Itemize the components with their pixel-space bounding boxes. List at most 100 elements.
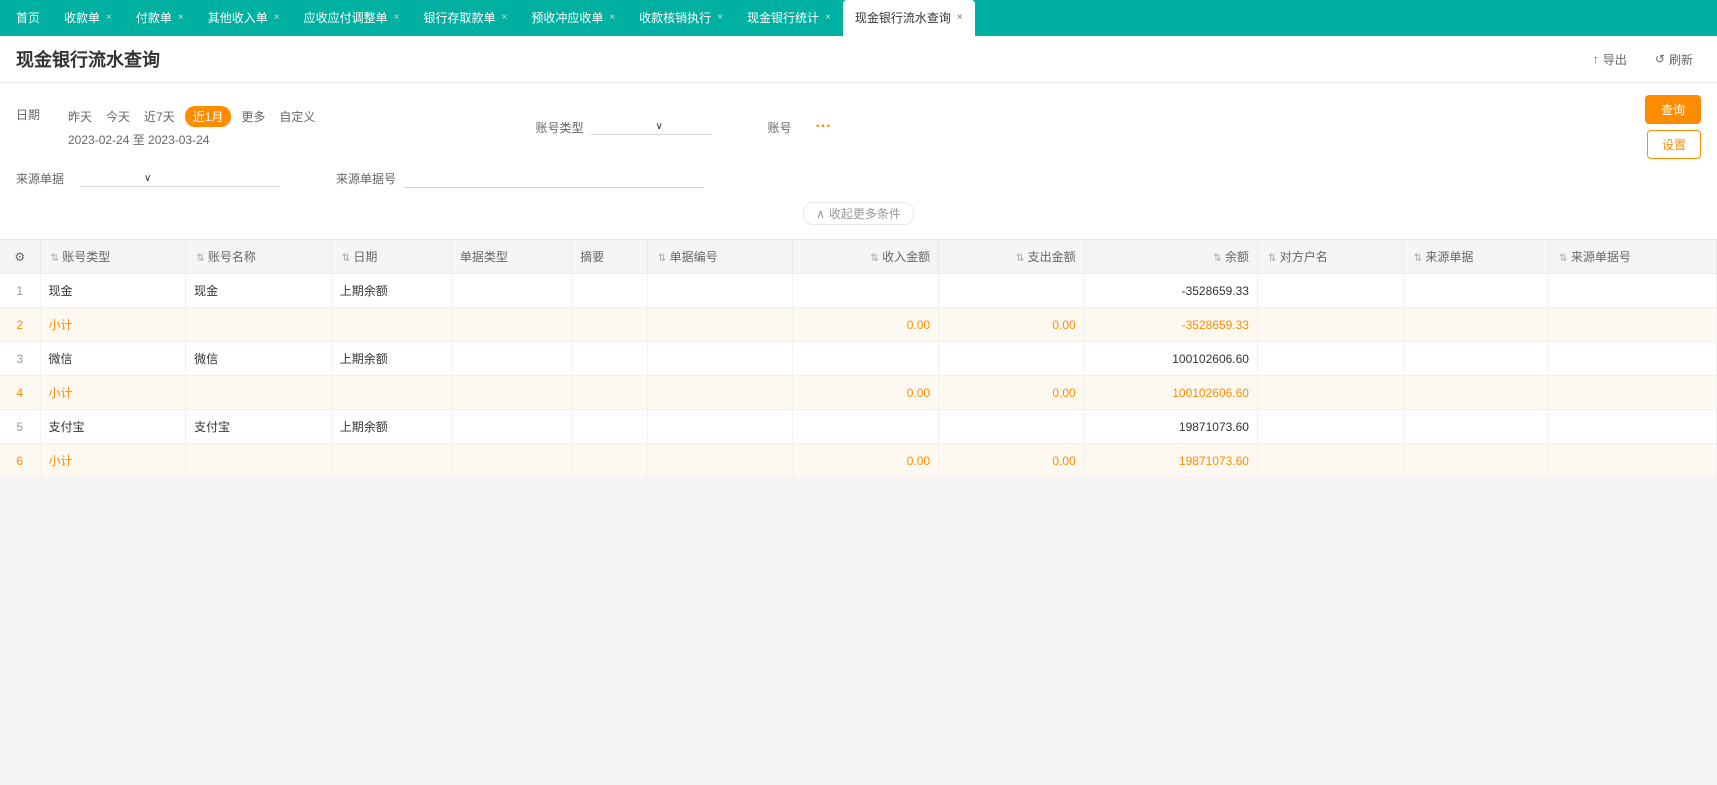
query-button[interactable]: 查询: [1645, 95, 1701, 124]
collapse-row: ∧ 收起更多条件: [16, 198, 1701, 227]
doc-type-cell: [451, 376, 571, 410]
nav-cash-stat[interactable]: 现金银行统计 ×: [735, 0, 843, 36]
close-payment-icon[interactable]: ×: [178, 0, 184, 36]
expense-cell: [939, 410, 1085, 444]
sort-date-icon[interactable]: ⇅: [342, 253, 350, 264]
source-doc-cell: [1403, 376, 1549, 410]
account-label: 账号: [767, 119, 807, 136]
nav-receive[interactable]: 收款单 ×: [52, 0, 124, 36]
nav-ap-adjust[interactable]: 应收应付调整单 ×: [292, 0, 412, 36]
sort-source-doc-icon[interactable]: ⇅: [1414, 253, 1422, 264]
account-name-cell: [186, 376, 332, 410]
account-type-cell: 小计: [40, 444, 186, 478]
doc-no-cell: [647, 274, 793, 308]
doc-type-cell: [451, 342, 571, 376]
nav-cash-flow[interactable]: 现金银行流水查询 ×: [843, 0, 975, 36]
sort-doc-no-icon[interactable]: ⇅: [658, 253, 666, 264]
account-no-group: 账号 ···: [767, 118, 839, 136]
account-name-cell: [186, 308, 332, 342]
custom-date-btn[interactable]: 自定义: [275, 106, 319, 127]
col-doc-no: ⇅ 单据编号: [647, 240, 793, 274]
collapse-button[interactable]: ∧ 收起更多条件: [803, 202, 914, 225]
col-date: ⇅ 日期: [331, 240, 451, 274]
export-button[interactable]: ↑ 导出: [1585, 47, 1635, 72]
source-doc-no-input[interactable]: [404, 169, 704, 188]
account-type-cell: 微信: [40, 342, 186, 376]
recent7-btn[interactable]: 近7天: [140, 106, 179, 127]
settings-button[interactable]: 设置: [1647, 130, 1701, 159]
header-row: ⚙ ⇅ 账号类型 ⇅ 账号名称 ⇅ 日期 单据类型 摘要: [0, 240, 1717, 274]
doc-type-cell: [451, 444, 571, 478]
sort-source-doc-no-icon[interactable]: ⇅: [1559, 253, 1567, 264]
close-collect-exec-icon[interactable]: ×: [717, 0, 723, 36]
close-prepay-icon[interactable]: ×: [609, 0, 615, 36]
sort-account-name-icon[interactable]: ⇅: [196, 253, 204, 264]
source-doc-cell: [1403, 410, 1549, 444]
col-settings[interactable]: ⚙: [0, 240, 40, 274]
counterparty-cell: [1257, 274, 1403, 308]
source-doc-select[interactable]: ∨: [80, 171, 280, 187]
doc-no-cell: [647, 308, 793, 342]
source-doc-no-cell: [1549, 342, 1717, 376]
col-counterparty: ⇅ 对方户名: [1257, 240, 1403, 274]
expense-cell: [939, 342, 1085, 376]
close-cash-stat-icon[interactable]: ×: [825, 0, 831, 36]
sort-account-type-icon[interactable]: ⇅: [51, 253, 59, 264]
close-cash-flow-icon[interactable]: ×: [957, 0, 963, 36]
doc-type-cell: [451, 274, 571, 308]
doc-no-cell: [647, 376, 793, 410]
col-account-type: ⇅ 账号类型: [40, 240, 186, 274]
gear-icon[interactable]: ⚙: [14, 250, 25, 264]
source-doc-cell: [1403, 444, 1549, 478]
sort-expense-icon[interactable]: ⇅: [1016, 253, 1024, 264]
refresh-icon: ↺: [1655, 52, 1665, 66]
close-other-income-icon[interactable]: ×: [274, 0, 280, 36]
account-name-cell: 支付宝: [186, 410, 332, 444]
sort-income-icon[interactable]: ⇅: [870, 253, 878, 264]
source-doc-cell: [1403, 274, 1549, 308]
nav-home[interactable]: 首页: [4, 0, 52, 36]
source-doc-no-label: 来源单据号: [336, 170, 396, 187]
close-bank-deposit-icon[interactable]: ×: [501, 0, 507, 36]
page-title: 现金银行流水查询: [16, 46, 160, 72]
account-type-group: 账号类型 ∨: [535, 119, 711, 136]
nav-collect-exec[interactable]: 收款核销执行 ×: [627, 0, 735, 36]
nav-bank-deposit[interactable]: 银行存取款单 ×: [411, 0, 519, 36]
close-ap-adjust-icon[interactable]: ×: [394, 0, 400, 36]
yesterday-btn[interactable]: 昨天: [64, 106, 96, 127]
counterparty-cell: [1257, 342, 1403, 376]
source-doc-cell: [1403, 342, 1549, 376]
summary-cell: [572, 444, 648, 478]
top-navigation: 首页 收款单 × 付款单 × 其他收入单 × 应收应付调整单 × 银行存取款单 …: [0, 0, 1717, 36]
summary-cell: [572, 410, 648, 444]
account-dots-btn[interactable]: ···: [815, 118, 831, 136]
col-balance: ⇅ 余额: [1084, 240, 1257, 274]
account-type-select[interactable]: ∨: [591, 119, 711, 135]
income-cell: [793, 342, 939, 376]
income-cell: [793, 410, 939, 444]
recent1m-btn[interactable]: 近1月: [185, 106, 232, 127]
sort-balance-icon[interactable]: ⇅: [1213, 253, 1221, 264]
nav-prepay[interactable]: 预收冲应收单 ×: [519, 0, 627, 36]
table-header: ⚙ ⇅ 账号类型 ⇅ 账号名称 ⇅ 日期 单据类型 摘要: [0, 240, 1717, 274]
col-summary: 摘要: [572, 240, 648, 274]
filter-right-actions: 查询 设置: [1645, 95, 1701, 159]
col-source-doc-no: ⇅ 来源单据号: [1549, 240, 1717, 274]
balance-cell: 100102606.60: [1084, 342, 1257, 376]
more-date-btn[interactable]: 更多: [237, 106, 269, 127]
sort-counterparty-icon[interactable]: ⇅: [1268, 253, 1276, 264]
refresh-button[interactable]: ↺ 刷新: [1647, 47, 1701, 72]
account-type-label: 账号类型: [535, 119, 583, 136]
doc-type-cell: [451, 308, 571, 342]
filter-row-1: 日期 昨天 今天 近7天 近1月 更多 自定义 2023-02-24 至 202…: [16, 95, 1701, 159]
nav-payment[interactable]: 付款单 ×: [124, 0, 196, 36]
nav-other-income[interactable]: 其他收入单 ×: [196, 0, 292, 36]
income-cell: 0.00: [793, 376, 939, 410]
doc-no-cell: [647, 410, 793, 444]
date-cell: 上期余额: [331, 342, 451, 376]
close-receive-icon[interactable]: ×: [106, 0, 112, 36]
source-doc-no-cell: [1549, 376, 1717, 410]
col-doc-type: 单据类型: [451, 240, 571, 274]
date-cell: 上期余额: [331, 274, 451, 308]
today-btn[interactable]: 今天: [102, 106, 134, 127]
